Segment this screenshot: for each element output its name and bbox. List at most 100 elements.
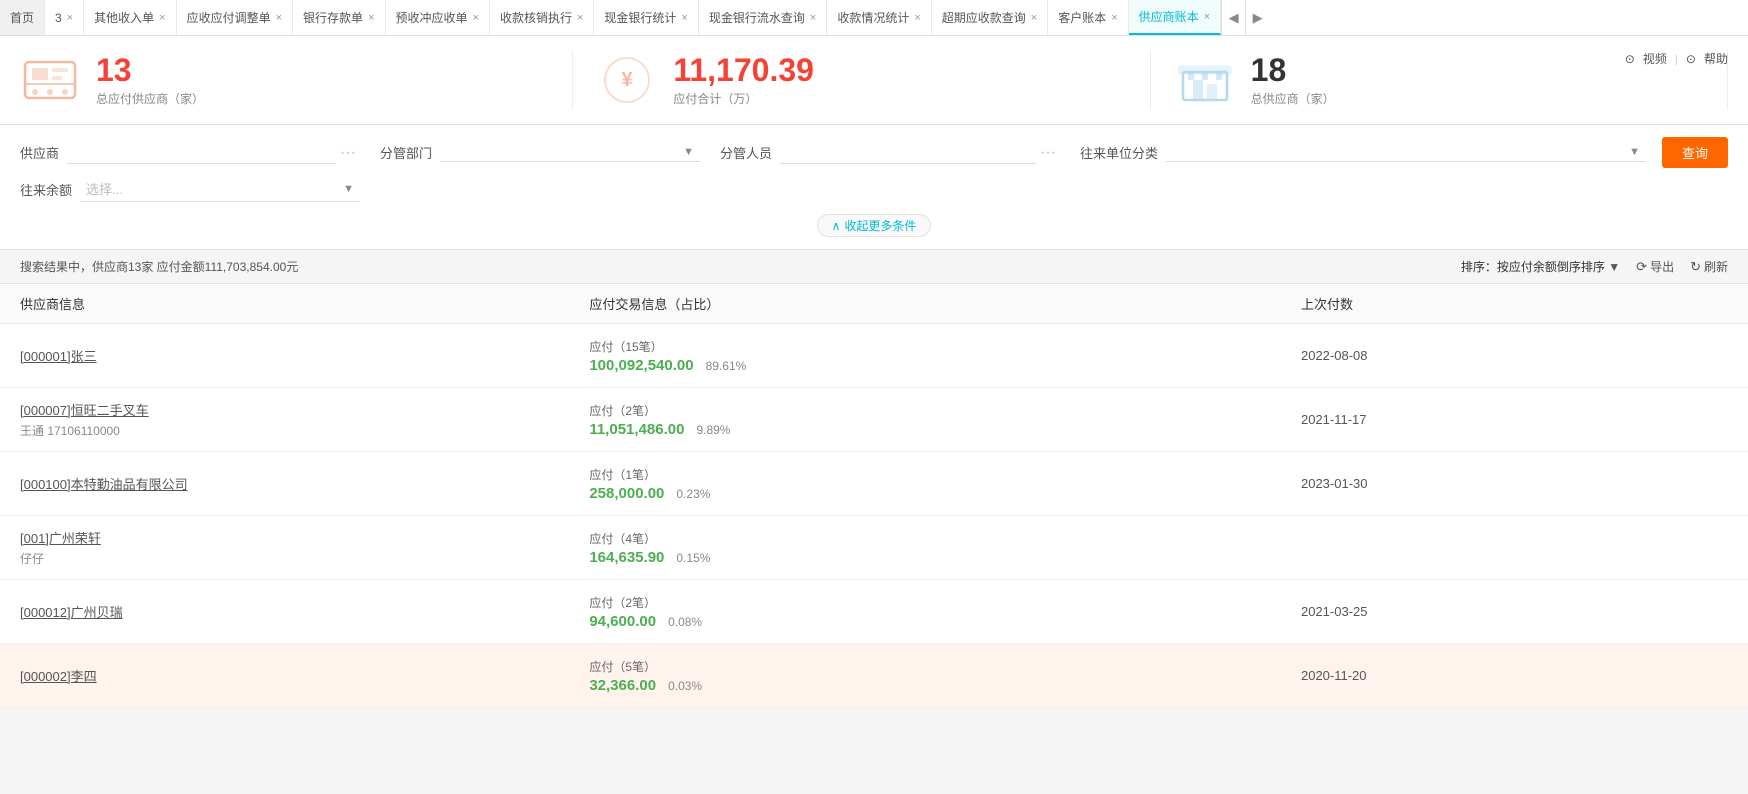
supplier-link-2[interactable]: [000100]本特勤油品有限公司 bbox=[20, 474, 589, 493]
nav-tab-bank-deposit[interactable]: 银行存款单 × bbox=[293, 0, 385, 35]
last-pay-5: 2020-11-20 bbox=[1301, 668, 1728, 683]
collapse-icon: ∧ bbox=[832, 219, 841, 233]
close-tab-overdue[interactable]: × bbox=[1031, 12, 1037, 24]
supplier-info-3: [001]广州荣轩 仔仔 bbox=[20, 528, 589, 567]
dept-filter-select[interactable]: ▼ bbox=[440, 143, 700, 162]
person-filter-dots[interactable]: ··· bbox=[1036, 144, 1060, 162]
nav-tab-other-income[interactable]: 其他收入单 × bbox=[84, 0, 176, 35]
filter-dept: 分管部门 ▼ bbox=[380, 143, 700, 162]
total-supplier-icon bbox=[1175, 50, 1235, 110]
total-supplier-count: 18 bbox=[1251, 54, 1335, 86]
export-button[interactable]: ⟳ 导出 bbox=[1636, 258, 1674, 275]
refresh-icon: ↻ bbox=[1690, 259, 1701, 275]
last-pay-1: 2021-11-17 bbox=[1301, 412, 1728, 427]
table-row: [000001]张三 应付（15笔） 100,092,540.00 89.61%… bbox=[0, 324, 1748, 388]
tx-info-4: 应付（2笔） 94,600.00 0.08% bbox=[589, 594, 1301, 630]
supplier-info-1: [000007]恒旺二手叉车 王通 17106110000 bbox=[20, 400, 589, 439]
collapse-bar: ∧ 收起更多条件 bbox=[20, 210, 1728, 241]
filter-area: 供应商 ··· 分管部门 ▼ 分管人员 ··· 往来单位分类 ▼ bbox=[0, 125, 1748, 250]
export-icon: ⟳ bbox=[1636, 259, 1647, 275]
nav-tab-cash-bank-stat[interactable]: 现金银行统计 × bbox=[594, 0, 698, 35]
table-row: [000100]本特勤油品有限公司 应付（1笔） 258,000.00 0.23… bbox=[0, 452, 1748, 516]
ap-total-amount: 11,170.39 bbox=[673, 54, 814, 86]
ap-total-icon: ¥ bbox=[597, 50, 657, 110]
ap-supplier-count: 13 bbox=[96, 54, 204, 86]
filter-balance: 往来余额 选择... ▼ bbox=[20, 176, 360, 202]
close-tab-cash-bank-flow[interactable]: × bbox=[810, 12, 816, 24]
filter-category: 往来单位分类 ▼ bbox=[1080, 143, 1646, 162]
nav-tab-advance[interactable]: 预收冲应收单 × bbox=[386, 0, 490, 35]
category-filter-select[interactable]: ▼ bbox=[1166, 143, 1646, 162]
close-tab-advance[interactable]: × bbox=[473, 12, 479, 24]
close-tab-3[interactable]: × bbox=[67, 12, 73, 24]
close-tab-customer-acct[interactable]: × bbox=[1111, 12, 1117, 24]
tx-info-3: 应付（4笔） 164,635.90 0.15% bbox=[589, 530, 1301, 566]
video-link[interactable]: 视频 bbox=[1643, 50, 1667, 67]
nav-tab-supplier-acct[interactable]: 供应商账本 × bbox=[1129, 0, 1221, 35]
filter-supplier: 供应商 ··· bbox=[20, 142, 360, 164]
category-filter-label: 往来单位分类 bbox=[1080, 143, 1158, 162]
balance-filter-select[interactable]: 选择... ▼ bbox=[80, 176, 360, 202]
table-header: 供应商信息 应付交易信息（占比） 上次付数 bbox=[0, 284, 1748, 324]
person-filter-label: 分管人员 bbox=[720, 143, 772, 162]
stat-info-total-suppliers: 18 总供应商（家） bbox=[1251, 54, 1335, 107]
supplier-link-3[interactable]: [001]广州荣轩 bbox=[20, 528, 589, 547]
category-filter-arrow: ▼ bbox=[1629, 146, 1640, 158]
sort-label[interactable]: 排序：按应付余额倒序排序 ▼ bbox=[1461, 258, 1620, 275]
col-header-supplier: 供应商信息 bbox=[20, 294, 589, 313]
stats-bar: 13 总应付供应商（家） ¥ 11,170.39 应付合计（万） bbox=[0, 36, 1748, 125]
close-tab-cash-bank-stat[interactable]: × bbox=[681, 12, 687, 24]
nav-tab-customer-acct[interactable]: 客户账本 × bbox=[1048, 0, 1128, 35]
tx-info-5: 应付（5笔） 32,366.00 0.03% bbox=[589, 658, 1301, 694]
supplier-info-2: [000100]本特勤油品有限公司 bbox=[20, 474, 589, 493]
dept-filter-label: 分管部门 bbox=[380, 143, 432, 162]
supplier-filter-input[interactable] bbox=[67, 142, 336, 164]
supplier-filter-label: 供应商 bbox=[20, 143, 59, 162]
last-pay-2: 2023-01-30 bbox=[1301, 476, 1728, 491]
nav-tab-cash-bank-flow[interactable]: 现金银行流水查询 × bbox=[699, 0, 827, 35]
nav-arrow-right[interactable]: ▶ bbox=[1245, 0, 1269, 35]
ap-supplier-icon bbox=[20, 50, 80, 110]
nav-tab-overdue[interactable]: 超期应收款查询 × bbox=[932, 0, 1048, 35]
result-actions: 排序：按应付余额倒序排序 ▼ ⟳ 导出 ↻ 刷新 bbox=[1461, 258, 1728, 275]
stat-info-ap-suppliers: 13 总应付供应商（家） bbox=[96, 54, 204, 107]
close-tab-other-income[interactable]: × bbox=[159, 12, 165, 24]
result-bar: 搜索结果中，供应商13家 应付金额111,703,854.00元 排序：按应付余… bbox=[0, 250, 1748, 284]
tx-info-0: 应付（15笔） 100,092,540.00 89.61% bbox=[589, 338, 1301, 374]
filter-row-2: 往来余额 选择... ▼ bbox=[20, 176, 1728, 202]
top-right-links: ⊙ 视频 | ⊙ 帮助 bbox=[1625, 50, 1728, 67]
table-row: [000012]广州贝瑞 应付（2笔） 94,600.00 0.08% 2021… bbox=[0, 580, 1748, 644]
help-icon: ⊙ bbox=[1686, 52, 1696, 66]
col-header-lastpay: 上次付数 bbox=[1301, 294, 1728, 313]
help-link[interactable]: 帮助 bbox=[1704, 50, 1728, 67]
close-tab-ap-adjust[interactable]: × bbox=[276, 12, 282, 24]
close-tab-bank-deposit[interactable]: × bbox=[368, 12, 374, 24]
search-button[interactable]: 查询 bbox=[1662, 137, 1728, 168]
collapse-label: 收起更多条件 bbox=[844, 217, 916, 234]
top-navigation: 首页 3 × 其他收入单 × 应收应付调整单 × 银行存款单 × 预收冲应收单 … bbox=[0, 0, 1748, 36]
nav-tab-3[interactable]: 3 × bbox=[45, 0, 84, 35]
nav-tab-ap-adjust[interactable]: 应收应付调整单 × bbox=[177, 0, 293, 35]
close-tab-collection-stat[interactable]: × bbox=[914, 12, 920, 24]
collapse-button[interactable]: ∧ 收起更多条件 bbox=[817, 214, 932, 237]
nav-tab-collection-stat[interactable]: 收款情况统计 × bbox=[827, 0, 931, 35]
nav-tab-collection-check[interactable]: 收款核销执行 × bbox=[490, 0, 594, 35]
supplier-info-5: [000002]李四 bbox=[20, 666, 589, 685]
supplier-info-4: [000012]广州贝瑞 bbox=[20, 602, 589, 621]
person-filter-input[interactable] bbox=[780, 142, 1036, 164]
supplier-filter-dots[interactable]: ··· bbox=[336, 144, 360, 162]
supplier-link-5[interactable]: [000002]李四 bbox=[20, 666, 589, 685]
supplier-link-4[interactable]: [000012]广州贝瑞 bbox=[20, 602, 589, 621]
result-summary: 搜索结果中，供应商13家 应付金额111,703,854.00元 bbox=[20, 258, 298, 275]
nav-arrow-left[interactable]: ◀ bbox=[1221, 0, 1245, 35]
nav-tab-home[interactable]: 首页 bbox=[0, 0, 45, 35]
refresh-button[interactable]: ↻ 刷新 bbox=[1690, 258, 1728, 275]
close-tab-supplier-acct[interactable]: × bbox=[1204, 11, 1210, 23]
supplier-link-1[interactable]: [000007]恒旺二手叉车 bbox=[20, 400, 589, 419]
ap-total-label: 应付合计（万） bbox=[673, 90, 814, 107]
dept-filter-arrow: ▼ bbox=[683, 146, 694, 158]
table-row: [001]广州荣轩 仔仔 应付（4笔） 164,635.90 0.15% bbox=[0, 516, 1748, 580]
supplier-link-0[interactable]: [000001]张三 bbox=[20, 346, 589, 365]
close-tab-collection-check[interactable]: × bbox=[577, 12, 583, 24]
ap-supplier-label: 总应付供应商（家） bbox=[96, 90, 204, 107]
